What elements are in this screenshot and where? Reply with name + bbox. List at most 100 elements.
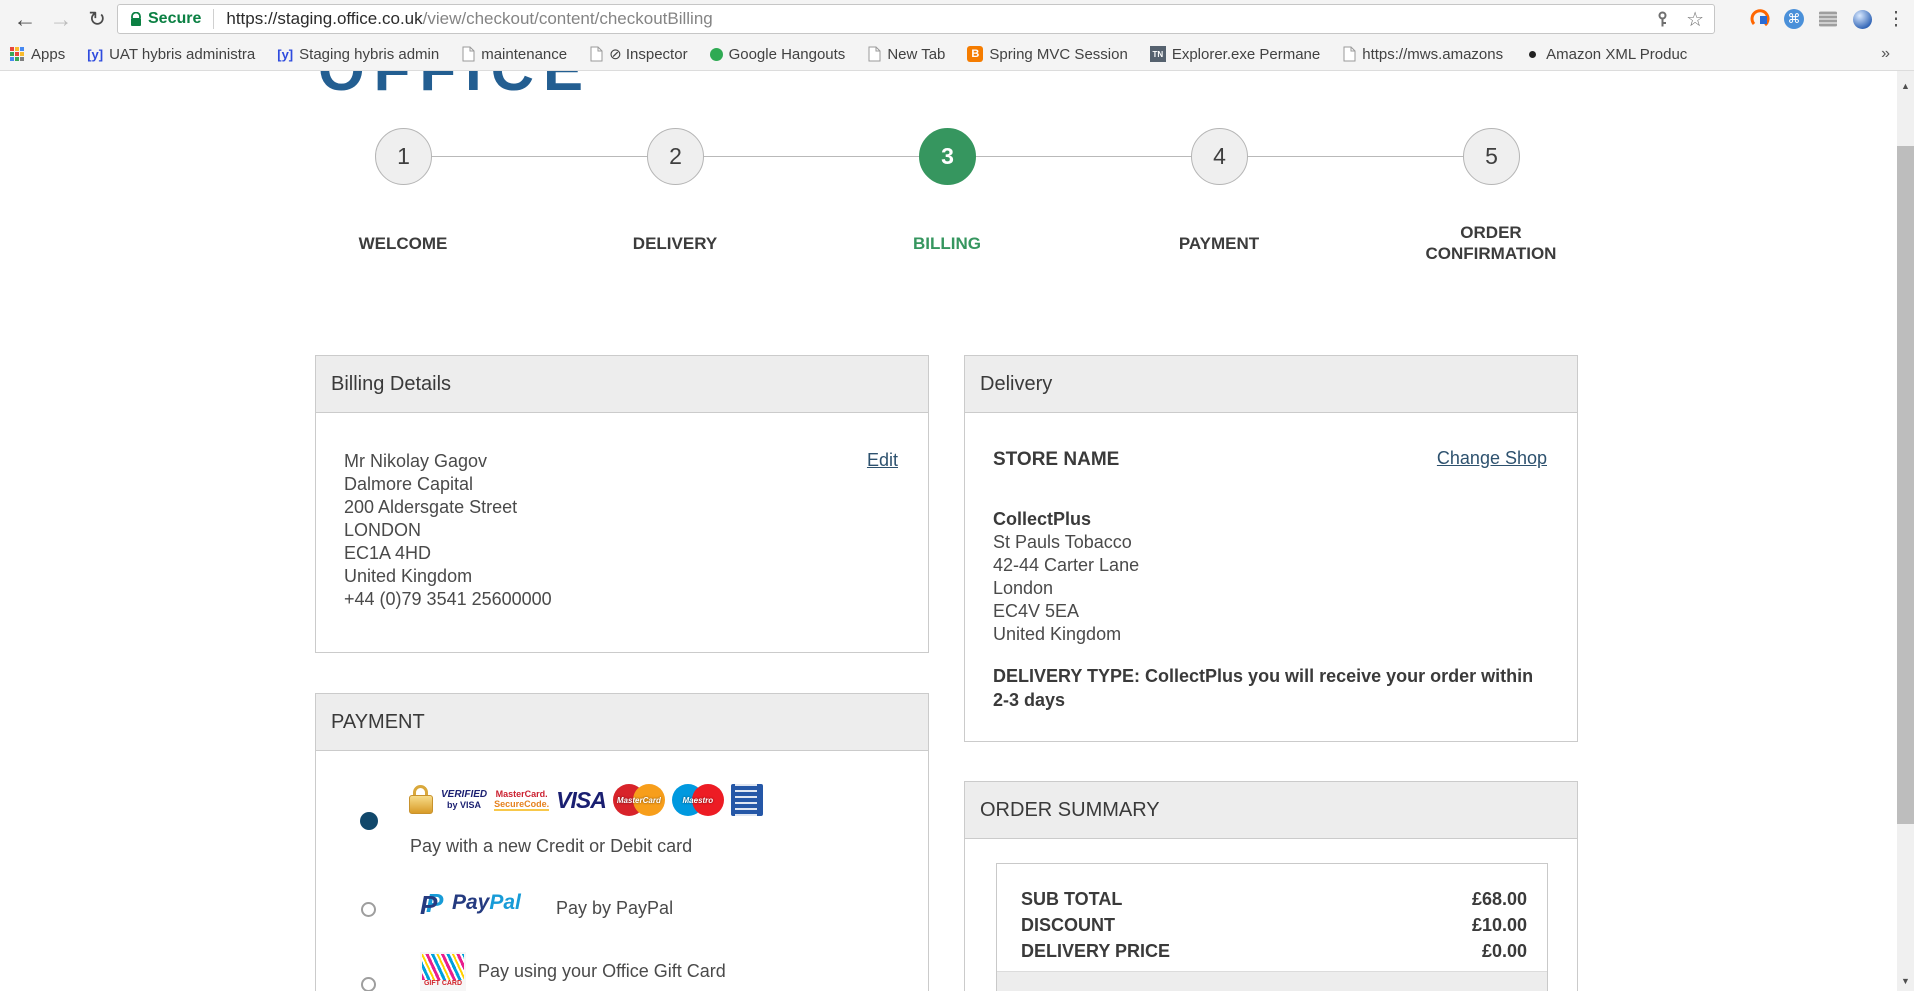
scrollbar-thumb[interactable] bbox=[1897, 146, 1914, 824]
browser-chrome: ← → ↻ Secure https://staging.office.co.u… bbox=[0, 0, 1914, 71]
step-label-delivery: DELIVERY bbox=[632, 233, 718, 253]
secure-label: Secure bbox=[148, 10, 202, 27]
step-circle-billing[interactable]: 3 bbox=[919, 128, 976, 185]
order-summary-header: ORDER SUMMARY bbox=[965, 782, 1577, 839]
bookmark-staging-hybris[interactable]: [y] Staging hybris admin bbox=[277, 46, 439, 63]
hangouts-icon bbox=[709, 47, 723, 61]
summary-value: £0.00 bbox=[1481, 940, 1527, 961]
store-address-line: London bbox=[993, 578, 1054, 598]
delivery-panel: Delivery STORE NAME Change Shop CollectP… bbox=[964, 355, 1578, 742]
step-number: 4 bbox=[1213, 143, 1226, 169]
radio-gift-card[interactable] bbox=[361, 977, 376, 991]
payment-option-card-label[interactable]: Pay with a new Credit or Debit card bbox=[410, 835, 692, 858]
page-icon bbox=[462, 46, 475, 62]
scroll-down-arrow[interactable]: ▼ bbox=[1897, 972, 1914, 989]
checkout-page: OFFICE 1 2 3 4 5 WELCOME DELIVERY BILLIN… bbox=[0, 71, 1897, 991]
url-text[interactable]: https://staging.office.co.uk/view/checko… bbox=[226, 9, 712, 29]
page-scrollbar[interactable]: ▲ ▼ bbox=[1897, 71, 1914, 991]
order-summary-box: SUB TOTAL £68.00 DISCOUNT £10.00 DELIVER… bbox=[996, 863, 1548, 991]
apps-grid-icon bbox=[10, 46, 25, 62]
billing-details-header: Billing Details bbox=[316, 356, 928, 413]
billing-address-line: LONDON bbox=[344, 520, 422, 540]
card-extension-icon[interactable] bbox=[1818, 9, 1838, 29]
summary-value: £68.00 bbox=[1471, 888, 1527, 909]
payment-option-gift-label[interactable]: Pay using your Office Gift Card bbox=[478, 960, 726, 983]
order-summary-title: ORDER SUMMARY bbox=[980, 798, 1160, 821]
hybris-icon: [y] bbox=[277, 46, 294, 62]
step-circle-welcome[interactable]: 1 bbox=[375, 128, 432, 185]
visa-icon: VISA bbox=[556, 786, 607, 813]
forward-button[interactable]: → bbox=[44, 0, 78, 38]
step-circle-confirmation[interactable]: 5 bbox=[1463, 128, 1520, 185]
bookmark-label: Google Hangouts bbox=[728, 45, 846, 63]
bookmark-inspector[interactable]: ⊘ Inspector bbox=[589, 45, 688, 63]
bookmark-new-tab[interactable]: New Tab bbox=[867, 46, 945, 63]
amex-icon bbox=[730, 784, 763, 816]
hybris-icon: [y] bbox=[87, 46, 104, 62]
delivery-type-text: DELIVERY TYPE: CollectPlus you will rece… bbox=[993, 666, 1534, 710]
summary-value: £10.00 bbox=[1471, 914, 1527, 935]
bookmark-google-hangouts[interactable]: Google Hangouts bbox=[709, 45, 846, 63]
change-shop-link[interactable]: Change Shop bbox=[1437, 448, 1547, 469]
comet-extension-icon[interactable] bbox=[1750, 9, 1770, 29]
step-number: 2 bbox=[669, 143, 682, 169]
bookmark-star-icon[interactable]: ☆ bbox=[1686, 7, 1704, 32]
security-indicator[interactable]: Secure bbox=[130, 10, 201, 28]
bookmark-label: New Tab bbox=[887, 45, 946, 63]
apps-shortcut[interactable]: Apps bbox=[10, 46, 65, 63]
step-circle-payment[interactable]: 4 bbox=[1191, 128, 1248, 185]
verified-by-visa-icon: VERIFIED by VISA bbox=[441, 789, 488, 811]
globe-extension-icon[interactable] bbox=[1852, 9, 1872, 29]
browser-toolbar: ← → ↻ Secure https://staging.office.co.u… bbox=[0, 0, 1914, 38]
page-icon bbox=[1343, 46, 1356, 62]
summary-row-subtotal: SUB TOTAL £68.00 bbox=[1021, 886, 1527, 912]
scroll-up-arrow[interactable]: ▲ bbox=[1897, 77, 1914, 94]
bookmark-spring-mvc[interactable]: B Spring MVC Session bbox=[967, 45, 1128, 63]
bookmark-label: https://mws.amazons bbox=[1362, 45, 1504, 63]
billing-address-line: Dalmore Capital bbox=[344, 474, 474, 494]
maestro-icon: Maestro bbox=[671, 784, 724, 816]
bookmarks-overflow-chevron[interactable]: » bbox=[1881, 45, 1890, 63]
bookmark-uat-hybris[interactable]: [y] UAT hybris administra bbox=[87, 46, 255, 63]
address-bar[interactable]: Secure https://staging.office.co.uk/view… bbox=[117, 4, 1715, 34]
step-number: 5 bbox=[1485, 143, 1498, 169]
bookmark-mws-amazon[interactable]: https://mws.amazons bbox=[1342, 46, 1503, 63]
delivery-title: Delivery bbox=[980, 372, 1053, 395]
bookmark-label: Spring MVC Session bbox=[989, 45, 1128, 63]
url-domain: https://staging.office.co.uk bbox=[226, 9, 423, 28]
billing-details-title: Billing Details bbox=[331, 372, 452, 395]
billing-address-line: +44 (0)79 3541 25600000 bbox=[344, 589, 552, 609]
back-button[interactable]: ← bbox=[8, 0, 42, 38]
delivery-header: Delivery bbox=[965, 356, 1577, 413]
blogger-icon: B bbox=[967, 46, 984, 62]
summary-label: DELIVERY PRICE bbox=[1021, 940, 1171, 961]
url-path: /view/checkout/content/checkoutBilling bbox=[422, 9, 713, 28]
bookmark-label: Explorer.exe Permane bbox=[1171, 45, 1321, 63]
radio-paypal[interactable] bbox=[361, 902, 376, 917]
command-extension-icon[interactable]: ⌘ bbox=[1784, 9, 1804, 29]
store-address-line: 42-44 Carter Lane bbox=[993, 555, 1140, 575]
payment-option-paypal-label[interactable]: Pay by PayPal bbox=[556, 897, 673, 920]
chrome-menu-button[interactable]: ⋮ bbox=[1886, 9, 1906, 30]
edit-billing-link[interactable]: Edit bbox=[867, 450, 898, 471]
step-label-confirmation: ORDER CONFIRMATION bbox=[1425, 223, 1557, 263]
tn-icon: TN bbox=[1149, 46, 1166, 62]
password-key-icon[interactable] bbox=[1655, 11, 1670, 28]
bookmark-amazon-xml[interactable]: Amazon XML Produc bbox=[1525, 46, 1687, 63]
radio-credit-card[interactable] bbox=[360, 812, 378, 830]
bookmark-explorer-exe[interactable]: TN Explorer.exe Permane bbox=[1149, 45, 1321, 63]
summary-row-discount: DISCOUNT £10.00 bbox=[1021, 912, 1527, 938]
store-address-line: United Kingdom bbox=[993, 624, 1122, 644]
step-circle-delivery[interactable]: 2 bbox=[647, 128, 704, 185]
bookmarks-bar: Apps [y] UAT hybris administra [y] Stagi… bbox=[0, 38, 1914, 71]
payment-panel: PAYMENT VERIFIED by VISA MasterCard. Secur… bbox=[315, 693, 929, 991]
bookmark-label: ⊘ Inspector bbox=[609, 46, 688, 63]
billing-address-line: 200 Aldersgate Street bbox=[344, 497, 518, 517]
billing-details-panel: Billing Details Mr Nikolay Gagov Dalmore… bbox=[315, 355, 929, 653]
bookmark-maintenance[interactable]: maintenance bbox=[461, 46, 567, 63]
step-number: 3 bbox=[941, 143, 954, 169]
order-summary-panel: ORDER SUMMARY SUB TOTAL £68.00 DISCOUNT … bbox=[964, 781, 1578, 991]
store-name-label: STORE NAME bbox=[993, 449, 1120, 470]
office-logo[interactable]: OFFICE bbox=[318, 71, 592, 104]
reload-button[interactable]: ↻ bbox=[80, 0, 114, 38]
